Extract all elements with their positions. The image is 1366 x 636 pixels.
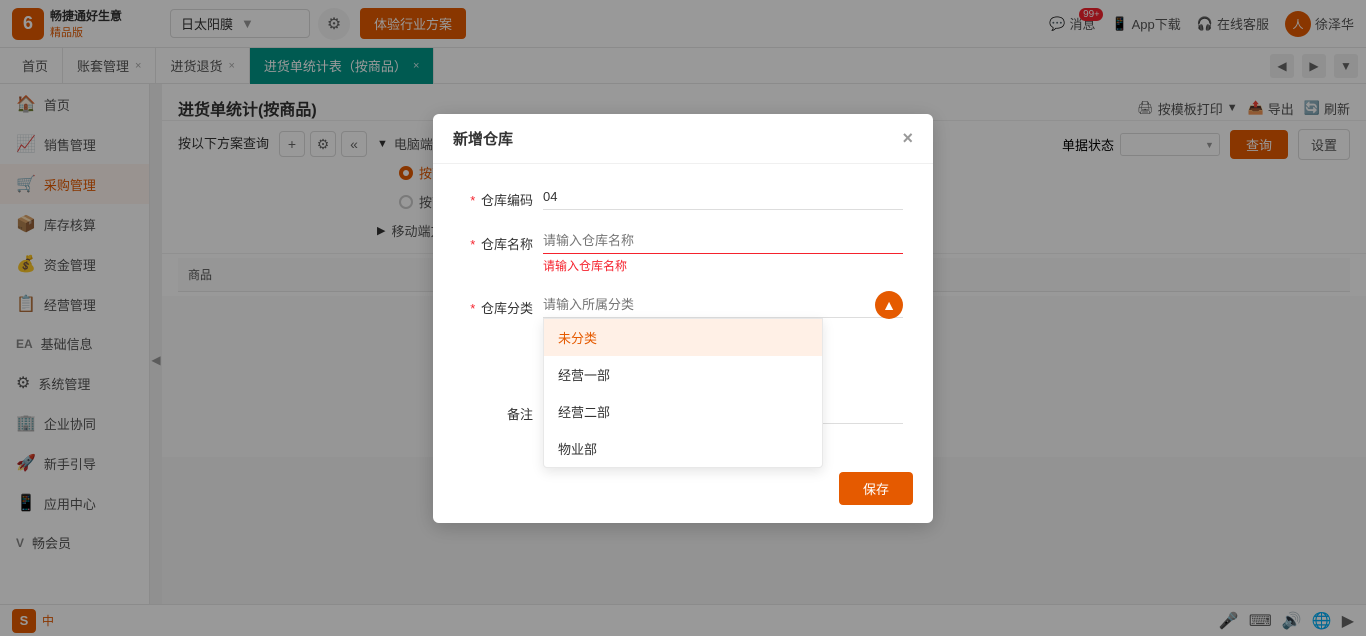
save-button[interactable]: 保存	[839, 472, 913, 505]
category-required-mark: *	[470, 301, 475, 316]
code-input[interactable]	[543, 184, 903, 210]
form-row-code: * 仓库编码	[463, 184, 903, 210]
dropdown-item-uncategorized[interactable]: 未分类	[544, 319, 822, 356]
note-label: 备注	[463, 398, 533, 423]
dropdown-item-dept2[interactable]: 经营二部	[544, 393, 822, 430]
name-input[interactable]	[543, 228, 903, 254]
dialog-close-button[interactable]: ×	[902, 128, 913, 149]
code-required-mark: *	[470, 193, 475, 208]
name-label: * 仓库名称	[463, 228, 533, 253]
form-row-name: * 仓库名称 请输入仓库名称	[463, 228, 903, 274]
name-error-message: 请输入仓库名称	[543, 257, 903, 274]
new-warehouse-dialog: 新增仓库 × * 仓库编码 * 仓库名称	[433, 114, 933, 523]
name-control: 请输入仓库名称	[543, 228, 903, 274]
dialog-header: 新增仓库 ×	[433, 114, 933, 164]
code-control	[543, 184, 903, 210]
category-select-wrap: ▲	[543, 292, 903, 318]
category-label: * 仓库分类	[463, 292, 533, 317]
dropdown-item-dept1[interactable]: 经营一部	[544, 356, 822, 393]
category-dropdown-toggle[interactable]: ▲	[875, 291, 903, 319]
category-input[interactable]	[543, 292, 903, 318]
dialog-footer: 保存	[433, 462, 933, 523]
category-dropdown-list: 未分类 经营一部 经营二部 物业部	[543, 318, 823, 468]
form-row-category: * 仓库分类 ▲ 未分类 经营一部 经营二部 物业部	[463, 292, 903, 318]
dropdown-item-dept3[interactable]: 物业部	[544, 430, 822, 467]
name-required-mark: *	[470, 237, 475, 252]
dialog-overlay: 新增仓库 × * 仓库编码 * 仓库名称	[0, 0, 1366, 636]
code-label: * 仓库编码	[463, 184, 533, 209]
dialog-title: 新增仓库	[453, 128, 513, 149]
dialog-body: * 仓库编码 * 仓库名称 请输入仓库名称	[433, 164, 933, 462]
category-control: ▲ 未分类 经营一部 经营二部 物业部	[543, 292, 903, 318]
